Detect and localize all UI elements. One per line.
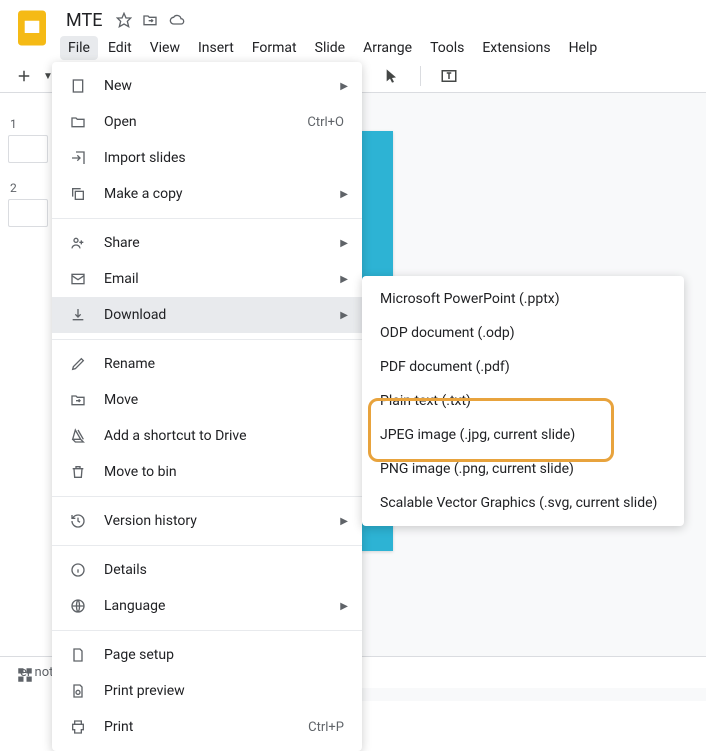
chevron-right-icon: ▶ (340, 310, 348, 321)
download-odp[interactable]: ODP document (.odp) (362, 316, 684, 350)
download-jpeg[interactable]: JPEG image (.jpg, current slide) (362, 418, 684, 452)
menu-language[interactable]: Language ▶ (52, 588, 362, 624)
menu-file[interactable]: File (60, 36, 98, 60)
new-slide-icon[interactable] (14, 66, 34, 86)
download-svg[interactable]: Scalable Vector Graphics (.svg, current … (362, 486, 684, 520)
chevron-right-icon: ▶ (340, 81, 348, 92)
menu-print-preview[interactable]: Print preview (52, 673, 362, 709)
menu-copy[interactable]: Make a copy ▶ (52, 176, 362, 212)
download-icon (68, 305, 88, 325)
menu-edit[interactable]: Edit (100, 36, 140, 60)
menu-share[interactable]: Share ▶ (52, 225, 362, 261)
shortcut: Ctrl+O (307, 115, 344, 130)
download-pdf[interactable]: PDF document (.pdf) (362, 350, 684, 384)
menu-tools[interactable]: Tools (422, 36, 472, 60)
menu-open[interactable]: Open Ctrl+O (52, 104, 362, 140)
download-txt[interactable]: Plain text (.txt) (362, 384, 684, 418)
shortcut: Ctrl+P (308, 720, 344, 735)
globe-icon (68, 596, 88, 616)
doc-icon (68, 76, 88, 96)
menu-slide[interactable]: Slide (307, 36, 353, 60)
page-icon (68, 645, 88, 665)
menu-version-history[interactable]: Version history ▶ (52, 503, 362, 539)
menu-format[interactable]: Format (244, 36, 305, 60)
menu-insert[interactable]: Insert (190, 36, 242, 60)
download-submenu: Microsoft PowerPoint (.pptx) ODP documen… (362, 276, 684, 526)
menu-rename[interactable]: Rename (52, 346, 362, 382)
drive-shortcut-icon (68, 426, 88, 446)
file-menu: New ▶ Open Ctrl+O Import slides Make a c… (52, 62, 362, 751)
share-icon (68, 233, 88, 253)
chevron-right-icon: ▶ (340, 601, 348, 612)
menu-email[interactable]: Email ▶ (52, 261, 362, 297)
textbox-icon[interactable] (439, 66, 459, 86)
menu-arrange[interactable]: Arrange (355, 36, 420, 60)
download-pptx[interactable]: Microsoft PowerPoint (.pptx) (362, 282, 684, 316)
menu-import[interactable]: Import slides (52, 140, 362, 176)
header: MTE File Edit View Insert Format Slide A… (0, 0, 706, 60)
divider (52, 545, 362, 546)
menu-download[interactable]: Download ▶ (52, 297, 362, 333)
chevron-right-icon: ▶ (340, 274, 348, 285)
menu-move[interactable]: Move (52, 382, 362, 418)
doc-title[interactable]: MTE (60, 8, 108, 33)
menu-help[interactable]: Help (561, 36, 606, 60)
pencil-icon (68, 354, 88, 374)
import-icon (68, 148, 88, 168)
divider (52, 630, 362, 631)
toolbar-separator (420, 66, 421, 86)
email-icon (68, 269, 88, 289)
thumbnail-2[interactable] (8, 199, 48, 227)
thumbnail-panel: 1 2 (0, 93, 52, 701)
chevron-right-icon: ▶ (340, 516, 348, 527)
title-area: MTE File Edit View Insert Format Slide A… (60, 8, 605, 60)
menubar: File Edit View Insert Format Slide Arran… (60, 36, 605, 60)
menu-extensions[interactable]: Extensions (474, 36, 558, 60)
divider (52, 218, 362, 219)
copy-icon (68, 184, 88, 204)
chevron-right-icon: ▶ (340, 189, 348, 200)
apps-grid-icon[interactable] (16, 666, 34, 684)
info-icon (68, 560, 88, 580)
menu-page-setup[interactable]: Page setup (52, 637, 362, 673)
menu-details[interactable]: Details (52, 552, 362, 588)
thumb-number: 1 (10, 117, 48, 131)
chevron-right-icon: ▶ (340, 238, 348, 249)
trash-icon (68, 462, 88, 482)
star-icon[interactable] (116, 12, 132, 28)
menu-print[interactable]: Print Ctrl+P (52, 709, 362, 745)
menu-view[interactable]: View (142, 36, 188, 60)
cursor-icon[interactable] (382, 66, 402, 86)
divider (52, 339, 362, 340)
slides-logo[interactable] (12, 8, 52, 48)
preview-icon (68, 681, 88, 701)
menu-add-shortcut[interactable]: Add a shortcut to Drive (52, 418, 362, 454)
divider (52, 496, 362, 497)
move-icon (68, 390, 88, 410)
folder-icon (68, 112, 88, 132)
move-folder-icon[interactable] (142, 12, 158, 28)
print-icon (68, 717, 88, 737)
history-icon (68, 511, 88, 531)
thumb-number: 2 (10, 181, 48, 195)
thumbnail-1[interactable] (8, 135, 48, 163)
menu-move-bin[interactable]: Move to bin (52, 454, 362, 490)
menu-new[interactable]: New ▶ (52, 68, 362, 104)
cloud-icon[interactable] (168, 12, 186, 28)
download-png[interactable]: PNG image (.png, current slide) (362, 452, 684, 486)
